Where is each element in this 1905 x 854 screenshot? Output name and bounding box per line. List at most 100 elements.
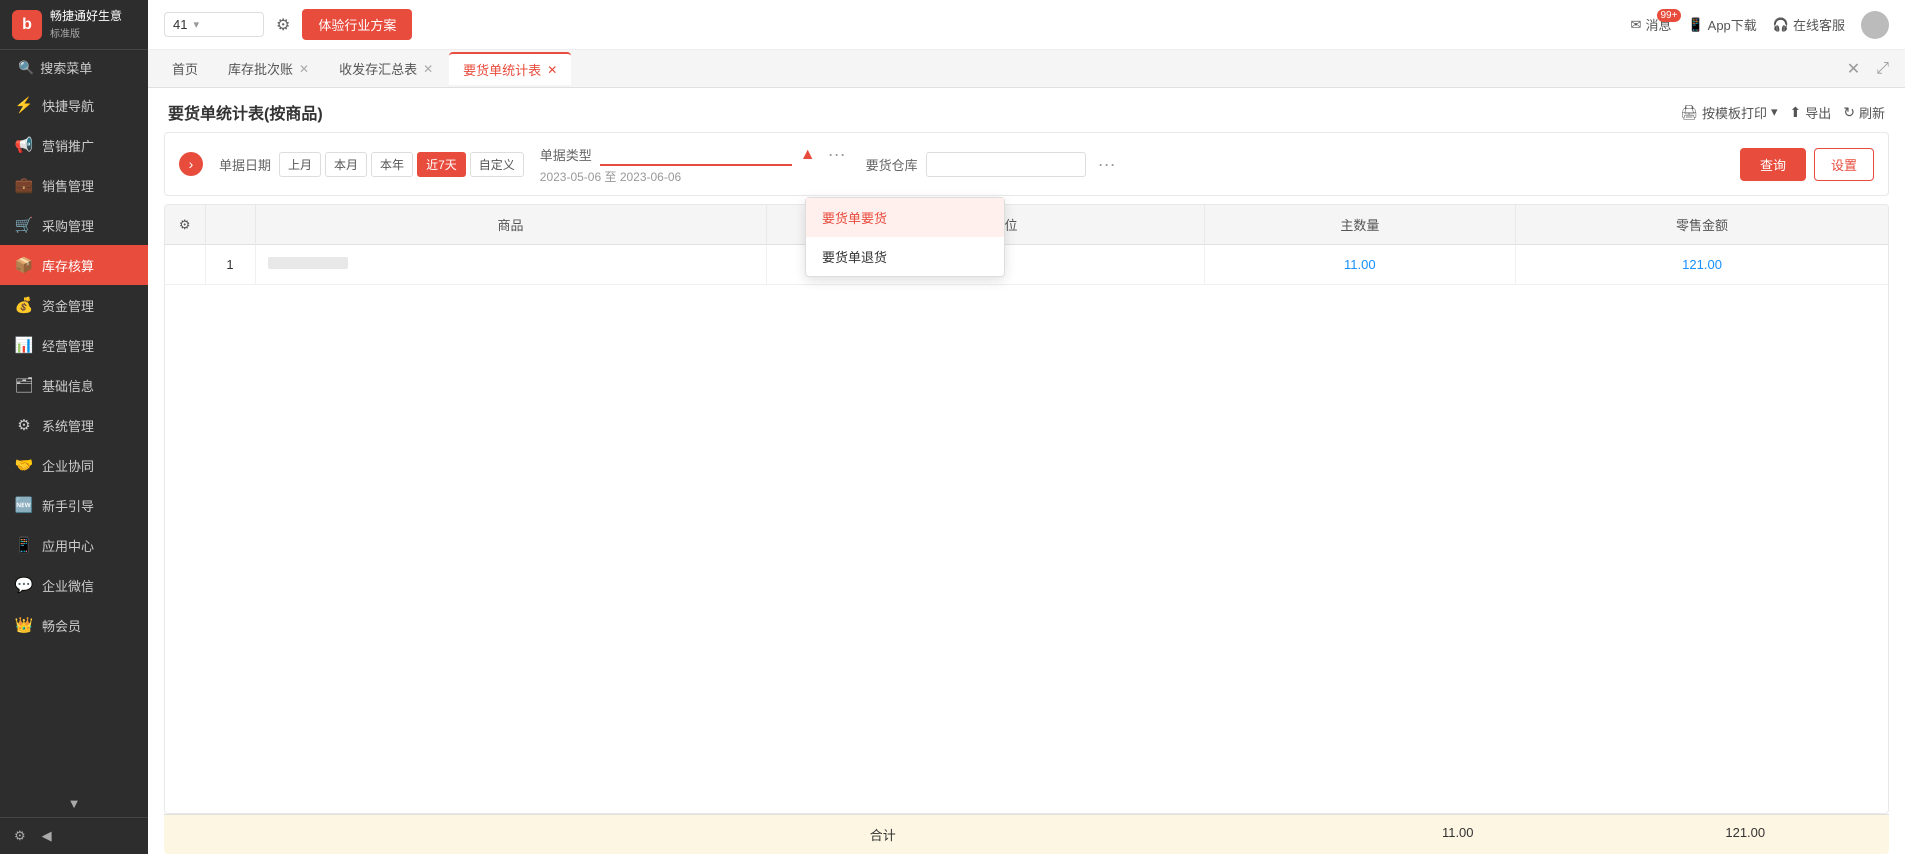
sidebar-item-guide[interactable]: 🆕新手引导: [0, 485, 148, 525]
tab-order-stats-close[interactable]: ✕: [547, 63, 557, 77]
nav-label-member: 畅会员: [42, 616, 81, 635]
type-filter-caret[interactable]: ▲: [800, 146, 816, 164]
sidebar-item-quicknav[interactable]: ⚡快捷导航: [0, 85, 148, 125]
type-filter-input[interactable]: [600, 143, 792, 166]
export-button[interactable]: ⬆ 导出: [1790, 103, 1832, 122]
tab-inventory-summary-label: 收发存汇总表: [339, 59, 417, 78]
tab-inventory-batch-close[interactable]: ✕: [299, 62, 309, 76]
tab-home[interactable]: 首页: [158, 53, 212, 84]
app-download-label: App下载: [1708, 15, 1757, 34]
sidebar-item-inventory[interactable]: 📦库存核算: [0, 245, 148, 285]
sidebar-item-finance[interactable]: 💰资金管理: [0, 285, 148, 325]
sidebar-item-marketing[interactable]: 📢 营销推广: [0, 125, 148, 165]
filter-expand-button[interactable]: ›: [179, 152, 203, 176]
header-gear-icon[interactable]: ⚙: [276, 15, 290, 35]
online-service-button[interactable]: 🎧 在线客服: [1773, 15, 1845, 34]
table-col-amount: 零售金额: [1516, 205, 1888, 245]
sidebar-item-member[interactable]: 👑 畅会员: [0, 605, 148, 645]
header-actions: ✉ 消息 99+ 📱 App下载 🎧 在线客服: [1631, 11, 1889, 39]
sidebar-scroll-down[interactable]: ▼: [0, 790, 148, 817]
this-month-button[interactable]: 本月: [325, 152, 367, 177]
refresh-button[interactable]: ↻ 刷新: [1843, 103, 1885, 122]
filter-more-button[interactable]: ···: [824, 144, 850, 165]
nav-icon-marketing: 📢: [14, 135, 34, 155]
tab-inventory-summary-close[interactable]: ✕: [423, 62, 433, 76]
search-icon: 🔍: [18, 60, 34, 76]
warehouse-more-button[interactable]: ···: [1094, 154, 1120, 175]
tabs-restore-button[interactable]: ⤢: [1870, 57, 1895, 81]
filter-date-group: 单据日期 上月 本月 本年 近7天 自定义: [219, 152, 524, 177]
main-content: 41 ▾ ⚙ 体验行业方案 ✉ 消息 99+ 📱 App下载 🎧 在线客服: [148, 0, 1905, 854]
sidebar-search-label: 搜索菜单: [40, 58, 92, 77]
messages-button[interactable]: ✉ 消息 99+: [1631, 15, 1672, 34]
nav-icon-appstore: 📱: [14, 535, 34, 555]
sidebar-logo: b 畅捷通好生意 标准版: [0, 0, 148, 50]
page-header: 要货单统计表(按商品) 🖨 按模板打印 ▾ ⬆ 导出 ↻ 刷新: [148, 88, 1905, 132]
messages-badge: 99+: [1657, 9, 1682, 22]
tab-order-stats[interactable]: 要货单统计表 ✕: [449, 52, 571, 85]
sidebar-item-operations[interactable]: 📊经营管理: [0, 325, 148, 365]
print-template-label: 按模板打印: [1702, 103, 1767, 122]
refresh-label: 刷新: [1859, 103, 1885, 122]
filter-bar: › 单据日期 上月 本月 本年 近7天 自定义 单据类型 ▲ ···: [164, 132, 1889, 196]
nav-label-finance: 资金管理: [42, 296, 94, 315]
sidebar-logo-text: 畅捷通好生意: [50, 9, 122, 25]
print-arrow-icon: ▾: [1771, 104, 1778, 120]
nav-label-guide: 新手引导: [42, 496, 94, 515]
nav-label-cooperation: 企业协同: [42, 456, 94, 475]
nav-icon-purchase: 🛒: [14, 215, 34, 235]
sidebar-collapse-icon[interactable]: ◀: [42, 828, 52, 844]
sidebar-item-system[interactable]: ⚙系统管理: [0, 405, 148, 445]
last7-button[interactable]: 近7天: [417, 152, 466, 177]
nav-icon-basics: 🗂: [14, 375, 34, 395]
app-download-button[interactable]: 📱 App下载: [1687, 15, 1756, 34]
header-company-value: 41: [173, 17, 187, 32]
table-footer: 合计 11.00 121.00: [164, 814, 1889, 854]
custom-date-button[interactable]: 自定义: [470, 152, 524, 177]
date-filter-label: 单据日期: [219, 155, 271, 174]
sidebar-item-basics[interactable]: 🗂基础信息: [0, 365, 148, 405]
header-company-select[interactable]: 41 ▾: [164, 12, 264, 37]
nav-label-marketing: 营销推广: [42, 136, 94, 155]
sidebar-item-appstore[interactable]: 📱 应用中心: [0, 525, 148, 565]
chevron-down-icon: ▾: [193, 18, 199, 31]
query-button[interactable]: 查询: [1740, 148, 1806, 181]
tab-inventory-summary[interactable]: 收发存汇总表 ✕: [325, 53, 447, 84]
tabs-close-all-button[interactable]: ✕: [1841, 57, 1866, 81]
sidebar-item-purchase[interactable]: 🛒采购管理: [0, 205, 148, 245]
row-qty: 11.00: [1204, 245, 1516, 285]
nav-icon-member: 👑: [14, 615, 34, 635]
this-year-button[interactable]: 本年: [371, 152, 413, 177]
page-header-actions: 🖨 按模板打印 ▾ ⬆ 导出 ↻ 刷新: [1680, 103, 1885, 122]
print-template-button[interactable]: 🖨 按模板打印 ▾: [1680, 103, 1777, 122]
warehouse-filter-group: 要货仓库 ···: [866, 152, 1120, 177]
refresh-icon: ↻: [1843, 104, 1855, 121]
nav-label-appstore: 应用中心: [42, 536, 94, 555]
dropdown-item-order-goods[interactable]: 要货单要货: [806, 198, 1004, 237]
filter-settings-button[interactable]: 设置: [1814, 148, 1874, 181]
sidebar-item-wechat[interactable]: 💬企业微信: [0, 565, 148, 605]
table-col-settings[interactable]: ⚙: [165, 205, 205, 245]
sidebar-search[interactable]: 🔍 搜索菜单: [0, 50, 148, 85]
sidebar-item-cooperation[interactable]: 🤝 企业协同: [0, 445, 148, 485]
tabs-bar: 首页 库存批次账 ✕ 收发存汇总表 ✕ 要货单统计表 ✕ ✕ ⤢: [148, 50, 1905, 88]
sidebar-item-sales[interactable]: 💼销售管理: [0, 165, 148, 205]
logo-icon: b: [12, 10, 42, 40]
avatar[interactable]: [1861, 11, 1889, 39]
tab-inventory-batch[interactable]: 库存批次账 ✕: [214, 53, 323, 84]
type-filter-label: 单据类型: [540, 145, 592, 164]
nav-label-operations: 经营管理: [42, 336, 94, 355]
sidebar-logo-sub: 标准版: [50, 25, 122, 40]
dropdown-item-order-return[interactable]: 要货单退货: [806, 237, 1004, 276]
nav-icon-sales: 💼: [14, 175, 34, 195]
trial-button[interactable]: 体验行业方案: [302, 9, 412, 40]
data-table-container: ⚙ 商品 主计量单位 主数量 零售金额 1 块 11.00: [164, 204, 1889, 814]
page-content: 要货单统计表(按商品) 🖨 按模板打印 ▾ ⬆ 导出 ↻ 刷新 ›: [148, 88, 1905, 854]
prev-month-button[interactable]: 上月: [279, 152, 321, 177]
nav-icon-inventory: 📦: [14, 255, 34, 275]
nav-icon-cooperation: 🤝: [14, 455, 34, 475]
warehouse-filter-input[interactable]: [926, 152, 1086, 177]
date-quick-buttons: 上月 本月 本年 近7天 自定义: [279, 152, 524, 177]
sidebar-settings-icon[interactable]: ⚙: [14, 828, 26, 844]
warehouse-filter-label: 要货仓库: [866, 155, 918, 174]
